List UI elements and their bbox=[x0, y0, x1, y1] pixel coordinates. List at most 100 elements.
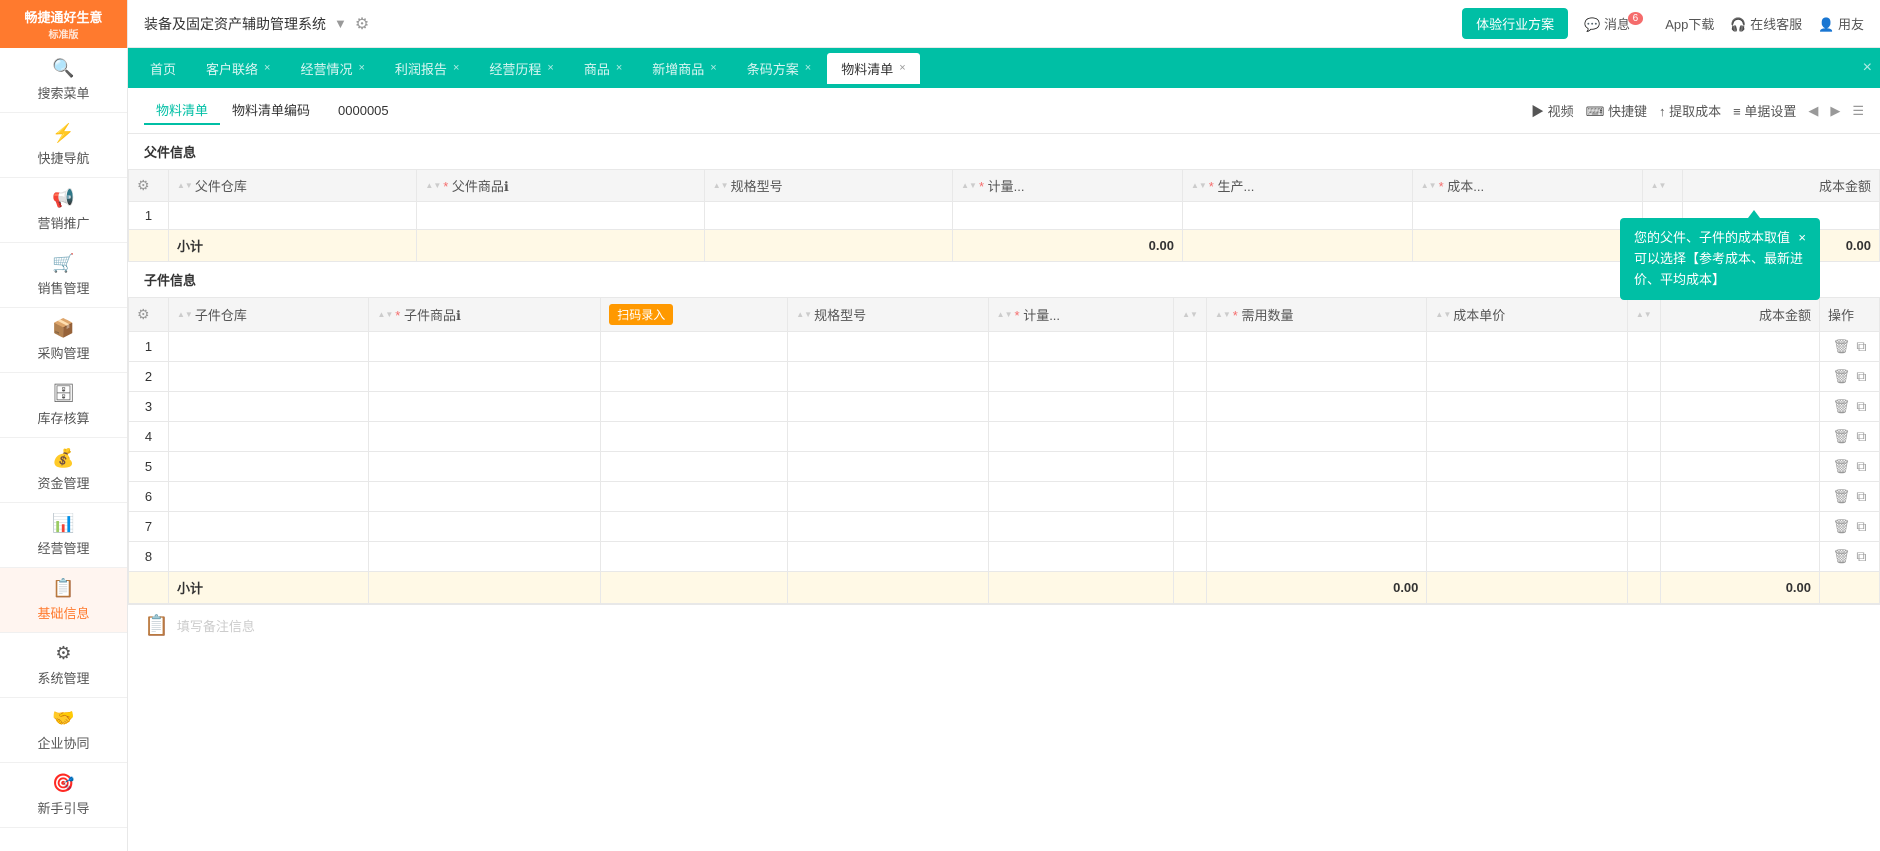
child-copy-icon-6[interactable]: ⧉ bbox=[1856, 488, 1866, 505]
sort-child-qty[interactable]: ▲▼ bbox=[997, 311, 1013, 319]
child-cell-spec-1[interactable] bbox=[788, 332, 988, 362]
nav-tab-1[interactable]: 客户联络× bbox=[192, 53, 284, 84]
topbar-settings-icon[interactable]: ⚙ bbox=[355, 14, 369, 34]
child-copy-icon-7[interactable]: ⧉ bbox=[1856, 518, 1866, 535]
child-cell-warehouse-7[interactable] bbox=[169, 512, 369, 542]
parent-cell-spec-1[interactable] bbox=[704, 202, 952, 230]
view-action[interactable]: ▶ 视频 bbox=[1531, 101, 1574, 120]
child-cell-costamt-8[interactable] bbox=[1660, 542, 1819, 572]
sort-parent-product[interactable]: ▲▼ bbox=[425, 182, 441, 190]
sort-child-spec[interactable]: ▲▼ bbox=[796, 311, 812, 319]
nav-tab-close-8[interactable]: × bbox=[899, 62, 905, 74]
child-cell-reqqty-7[interactable] bbox=[1206, 512, 1426, 542]
child-cell-extra-5[interactable] bbox=[1174, 452, 1207, 482]
child-cell-spec-5[interactable] bbox=[788, 452, 988, 482]
child-cell-reqqty-3[interactable] bbox=[1206, 392, 1426, 422]
child-cell-extra-4[interactable] bbox=[1174, 422, 1207, 452]
child-cell-scan-2[interactable] bbox=[601, 362, 788, 392]
child-cell-cost2-2[interactable] bbox=[1627, 362, 1660, 392]
child-cell-unitcost-1[interactable] bbox=[1427, 332, 1627, 362]
child-cell-qty-8[interactable] bbox=[988, 542, 1173, 572]
child-cell-cost2-1[interactable] bbox=[1627, 332, 1660, 362]
sort-child-product[interactable]: ▲▼ bbox=[377, 311, 393, 319]
nav-tab-4[interactable]: 经营历程× bbox=[475, 53, 567, 84]
parent-cell-warehouse-1[interactable] bbox=[169, 202, 417, 230]
child-cell-qty-6[interactable] bbox=[988, 482, 1173, 512]
close-all-tabs[interactable]: × bbox=[1863, 59, 1872, 77]
child-cell-scan-5[interactable] bbox=[601, 452, 788, 482]
child-cell-qty-5[interactable] bbox=[988, 452, 1173, 482]
child-cell-extra-3[interactable] bbox=[1174, 392, 1207, 422]
child-copy-icon-5[interactable]: ⧉ bbox=[1856, 458, 1866, 475]
nav-tab-close-3[interactable]: × bbox=[453, 62, 459, 74]
child-cell-costamt-1[interactable] bbox=[1660, 332, 1819, 362]
child-copy-icon-4[interactable]: ⧉ bbox=[1856, 428, 1866, 445]
child-cell-product-2[interactable] bbox=[369, 362, 601, 392]
child-cell-warehouse-8[interactable] bbox=[169, 542, 369, 572]
child-cell-scan-7[interactable] bbox=[601, 512, 788, 542]
child-cell-unitcost-4[interactable] bbox=[1427, 422, 1627, 452]
child-cell-spec-8[interactable] bbox=[788, 542, 988, 572]
child-cell-product-4[interactable] bbox=[369, 422, 601, 452]
child-cell-warehouse-4[interactable] bbox=[169, 422, 369, 452]
child-cell-scan-3[interactable] bbox=[601, 392, 788, 422]
sidebar-item-营销推广[interactable]: 📢营销推广 bbox=[0, 178, 127, 243]
child-cell-product-6[interactable] bbox=[369, 482, 601, 512]
nav-right-icon[interactable]: ▶ bbox=[1830, 103, 1840, 119]
app-download-link[interactable]: App下载 bbox=[1665, 14, 1714, 33]
child-cell-qty-1[interactable] bbox=[988, 332, 1173, 362]
child-cell-warehouse-6[interactable] bbox=[169, 482, 369, 512]
sort-child-extra[interactable]: ▲▼ bbox=[1182, 311, 1198, 319]
child-cell-reqqty-4[interactable] bbox=[1206, 422, 1426, 452]
child-cell-extra-7[interactable] bbox=[1174, 512, 1207, 542]
child-cell-cost2-6[interactable] bbox=[1627, 482, 1660, 512]
child-copy-icon-8[interactable]: ⧉ bbox=[1856, 548, 1866, 565]
child-cell-extra-8[interactable] bbox=[1174, 542, 1207, 572]
child-cell-cost2-8[interactable] bbox=[1627, 542, 1660, 572]
child-cell-unitcost-2[interactable] bbox=[1427, 362, 1627, 392]
sort-child-unit-cost[interactable]: ▲▼ bbox=[1435, 311, 1451, 319]
trial-btn[interactable]: 体验行业方案 bbox=[1462, 8, 1568, 39]
child-cell-costamt-4[interactable] bbox=[1660, 422, 1819, 452]
nav-tab-5[interactable]: 商品× bbox=[570, 53, 636, 84]
child-cell-product-3[interactable] bbox=[369, 392, 601, 422]
child-cell-spec-3[interactable] bbox=[788, 392, 988, 422]
online-support-link[interactable]: 🎧 在线客服 bbox=[1730, 14, 1802, 33]
sub-tab-list[interactable]: 物料清单 bbox=[144, 96, 220, 125]
sort-parent-warehouse[interactable]: ▲▼ bbox=[177, 182, 193, 190]
shortcut-action[interactable]: ⌨ 快捷键 bbox=[1586, 101, 1647, 120]
nav-tab-close-2[interactable]: × bbox=[358, 62, 364, 74]
sub-tab-code[interactable]: 物料清单编码 bbox=[220, 96, 322, 125]
child-delete-icon-2[interactable]: 🗑 bbox=[1833, 368, 1851, 385]
child-cell-unitcost-3[interactable] bbox=[1427, 392, 1627, 422]
parent-cell-prod-1[interactable] bbox=[1182, 202, 1412, 230]
sort-parent-spec[interactable]: ▲▼ bbox=[713, 182, 729, 190]
child-cell-costamt-3[interactable] bbox=[1660, 392, 1819, 422]
child-delete-icon-1[interactable]: 🗑 bbox=[1833, 338, 1851, 355]
sort-parent-qty[interactable]: ▲▼ bbox=[961, 182, 977, 190]
child-cell-warehouse-1[interactable] bbox=[169, 332, 369, 362]
sort-child-warehouse[interactable]: ▲▼ bbox=[177, 311, 193, 319]
nav-tab-close-5[interactable]: × bbox=[616, 62, 622, 74]
parent-table-settings-icon[interactable]: ⚙ bbox=[137, 177, 150, 193]
child-cell-reqqty-5[interactable] bbox=[1206, 452, 1426, 482]
child-delete-icon-4[interactable]: 🗑 bbox=[1833, 428, 1851, 445]
sidebar-item-系统管理[interactable]: ⚙系统管理 bbox=[0, 633, 127, 698]
child-cell-cost2-4[interactable] bbox=[1627, 422, 1660, 452]
child-cell-costamt-5[interactable] bbox=[1660, 452, 1819, 482]
child-copy-icon-1[interactable]: ⧉ bbox=[1856, 338, 1866, 355]
sidebar-item-资金管理[interactable]: 💰资金管理 bbox=[0, 438, 127, 503]
nav-tab-close-7[interactable]: × bbox=[805, 62, 811, 74]
user-area[interactable]: 👤 用友 bbox=[1818, 14, 1864, 33]
child-cell-scan-1[interactable] bbox=[601, 332, 788, 362]
child-cell-extra-6[interactable] bbox=[1174, 482, 1207, 512]
sidebar-item-库存核算[interactable]: 🗄库存核算 bbox=[0, 373, 127, 438]
sort-parent-prod[interactable]: ▲▼ bbox=[1191, 182, 1207, 190]
sidebar-item-采购管理[interactable]: 📦采购管理 bbox=[0, 308, 127, 373]
child-cell-unitcost-8[interactable] bbox=[1427, 542, 1627, 572]
child-cell-scan-4[interactable] bbox=[601, 422, 788, 452]
nav-tab-close-4[interactable]: × bbox=[547, 62, 553, 74]
sidebar-item-销售管理[interactable]: 🛒销售管理 bbox=[0, 243, 127, 308]
child-cell-warehouse-3[interactable] bbox=[169, 392, 369, 422]
child-cell-costamt-2[interactable] bbox=[1660, 362, 1819, 392]
